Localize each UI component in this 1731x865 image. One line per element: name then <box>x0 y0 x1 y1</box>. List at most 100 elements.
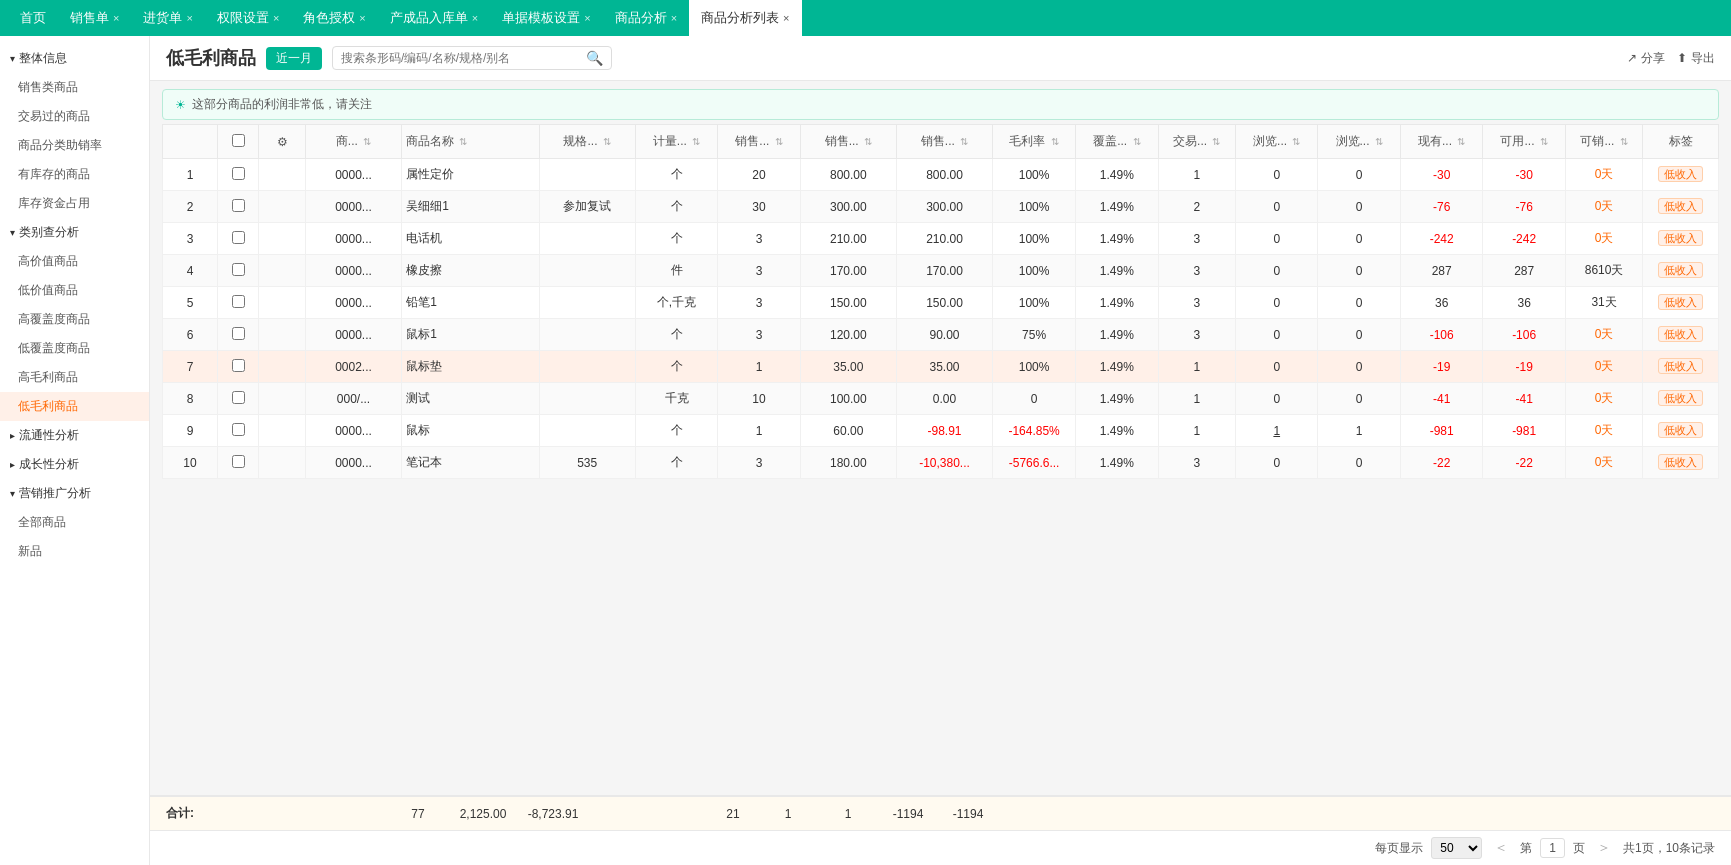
col-header-setting[interactable]: ⚙ <box>259 125 306 159</box>
cell-spec <box>539 287 635 319</box>
col-header-stock-sell[interactable]: 可销... ⇅ <box>1565 125 1642 159</box>
close-roles-icon[interactable]: × <box>359 12 365 24</box>
share-button[interactable]: ↗ 分享 <box>1627 50 1665 67</box>
close-sales-icon[interactable]: × <box>113 12 119 24</box>
cell-check[interactable] <box>217 287 258 319</box>
sidebar-item-high-margin[interactable]: 高毛利商品 <box>0 363 149 392</box>
cell-name: 吴细细1 <box>402 191 539 223</box>
cell-check[interactable] <box>217 319 258 351</box>
nav-item-analysis[interactable]: 商品分析 × <box>603 0 689 36</box>
col-header-sales-profit[interactable]: 销售... ⇅ <box>896 125 992 159</box>
close-analysis-list-icon[interactable]: × <box>783 12 789 24</box>
row-checkbox[interactable] <box>232 327 245 340</box>
cell-trade: 3 <box>1158 223 1235 255</box>
row-checkbox[interactable] <box>232 263 245 276</box>
col-header-check[interactable] <box>217 125 258 159</box>
row-checkbox[interactable] <box>232 231 245 244</box>
row-checkbox[interactable] <box>232 455 245 468</box>
cell-check[interactable] <box>217 415 258 447</box>
col-header-name[interactable]: 商品名称 ⇅ <box>402 125 539 159</box>
col-header-gross-rate[interactable]: 毛利率 ⇅ <box>993 125 1076 159</box>
nav-item-template[interactable]: 单据模板设置 × <box>490 0 602 36</box>
cell-spec: 参加复试 <box>539 191 635 223</box>
row-checkbox[interactable] <box>232 423 245 436</box>
export-button[interactable]: ⬆ 导出 <box>1677 50 1715 67</box>
cell-sales-price: 170.00 <box>800 255 896 287</box>
sidebar-item-new-goods[interactable]: 新品 <box>0 537 149 566</box>
cell-stock-sell: 0天 <box>1565 351 1642 383</box>
search-icon[interactable]: 🔍 <box>586 50 603 66</box>
col-header-code[interactable]: 商... ⇅ <box>305 125 401 159</box>
sidebar-item-all-goods[interactable]: 全部商品 <box>0 508 149 537</box>
col-header-trade[interactable]: 交易... ⇅ <box>1158 125 1235 159</box>
filter-button[interactable]: 近一月 <box>266 47 322 70</box>
cell-stock-cur: -19 <box>1400 351 1482 383</box>
col-header-unit[interactable]: 计量... ⇅ <box>635 125 717 159</box>
sidebar-group-category[interactable]: ▾ 类别查分析 <box>0 218 149 247</box>
search-box: 🔍 <box>332 46 612 70</box>
close-permissions-icon[interactable]: × <box>273 12 279 24</box>
cell-check[interactable] <box>217 159 258 191</box>
row-checkbox[interactable] <box>232 359 245 372</box>
sidebar-item-in-stock[interactable]: 有库存的商品 <box>0 160 149 189</box>
select-all-checkbox[interactable] <box>232 134 245 147</box>
sidebar-item-low-coverage[interactable]: 低覆盖度商品 <box>0 334 149 363</box>
cell-browse1[interactable]: 1 <box>1236 415 1318 447</box>
sidebar-item-low-value[interactable]: 低价值商品 <box>0 276 149 305</box>
cell-seq: 5 <box>163 287 218 319</box>
cell-code: 000/... <box>305 383 401 415</box>
col-header-browse2[interactable]: 浏览... ⇅ <box>1318 125 1400 159</box>
close-products-icon[interactable]: × <box>472 12 478 24</box>
cell-check[interactable] <box>217 191 258 223</box>
cell-sales-profit: 800.00 <box>896 159 992 191</box>
per-page-select[interactable]: 50 100 200 <box>1431 837 1482 859</box>
nav-item-permissions[interactable]: 权限设置 × <box>205 0 291 36</box>
nav-item-purchase[interactable]: 进货单 × <box>131 0 204 36</box>
nav-item-sales[interactable]: 销售单 × <box>58 0 131 36</box>
sidebar-group-overview[interactable]: ▾ 整体信息 <box>0 44 149 73</box>
cell-gross-rate: 75% <box>993 319 1076 351</box>
cell-check[interactable] <box>217 383 258 415</box>
col-header-sales-qty[interactable]: 销售... ⇅ <box>718 125 800 159</box>
cell-coverage: 1.49% <box>1076 447 1158 479</box>
nav-item-products[interactable]: 产成品入库单 × <box>378 0 490 36</box>
cell-check[interactable] <box>217 255 258 287</box>
sidebar-group-circulation[interactable]: ▸ 流通性分析 <box>0 421 149 450</box>
close-template-icon[interactable]: × <box>584 12 590 24</box>
next-page-button[interactable]: ＞ <box>1593 839 1615 857</box>
sidebar-group-marketing[interactable]: ▾ 营销推广分析 <box>0 479 149 508</box>
col-header-browse1[interactable]: 浏览... ⇅ <box>1236 125 1318 159</box>
cell-check[interactable] <box>217 447 258 479</box>
cell-check[interactable] <box>217 351 258 383</box>
cell-tag: 低收入 <box>1643 415 1719 447</box>
nav-item-roles[interactable]: 角色授权 × <box>291 0 377 36</box>
sidebar-item-capital[interactable]: 库存资金占用 <box>0 189 149 218</box>
close-analysis-icon[interactable]: × <box>671 12 677 24</box>
cell-check[interactable] <box>217 223 258 255</box>
prev-page-button[interactable]: ＜ <box>1490 839 1512 857</box>
sidebar-item-high-value[interactable]: 高价值商品 <box>0 247 149 276</box>
sidebar-item-high-coverage[interactable]: 高覆盖度商品 <box>0 305 149 334</box>
cell-sales-profit: 90.00 <box>896 319 992 351</box>
col-header-spec[interactable]: 规格... ⇅ <box>539 125 635 159</box>
sidebar-item-sales-goods[interactable]: 销售类商品 <box>0 73 149 102</box>
sidebar-item-traded-goods[interactable]: 交易过的商品 <box>0 102 149 131</box>
row-checkbox[interactable] <box>232 167 245 180</box>
row-checkbox[interactable] <box>232 199 245 212</box>
sidebar-item-category-rate[interactable]: 商品分类助销率 <box>0 131 149 160</box>
search-input[interactable] <box>341 51 586 65</box>
row-checkbox[interactable] <box>232 295 245 308</box>
row-checkbox[interactable] <box>232 391 245 404</box>
sidebar-group-growth[interactable]: ▸ 成长性分析 <box>0 450 149 479</box>
close-purchase-icon[interactable]: × <box>186 12 192 24</box>
nav-item-analysis-list[interactable]: 商品分析列表 × <box>689 0 801 36</box>
total-stock-cur: -1194 <box>878 807 938 821</box>
col-header-coverage[interactable]: 覆盖... ⇅ <box>1076 125 1158 159</box>
table-row: 9 0000... 鼠标 个 1 60.00 -98.91 -164.85% 1… <box>163 415 1719 447</box>
sidebar-item-low-margin[interactable]: 低毛利商品 <box>0 392 149 421</box>
cell-coverage: 1.49% <box>1076 383 1158 415</box>
col-header-sales-price[interactable]: 销售... ⇅ <box>800 125 896 159</box>
nav-item-home[interactable]: 首页 <box>8 0 58 36</box>
col-header-stock-avail[interactable]: 可用... ⇅ <box>1483 125 1565 159</box>
col-header-stock-cur[interactable]: 现有... ⇅ <box>1400 125 1482 159</box>
